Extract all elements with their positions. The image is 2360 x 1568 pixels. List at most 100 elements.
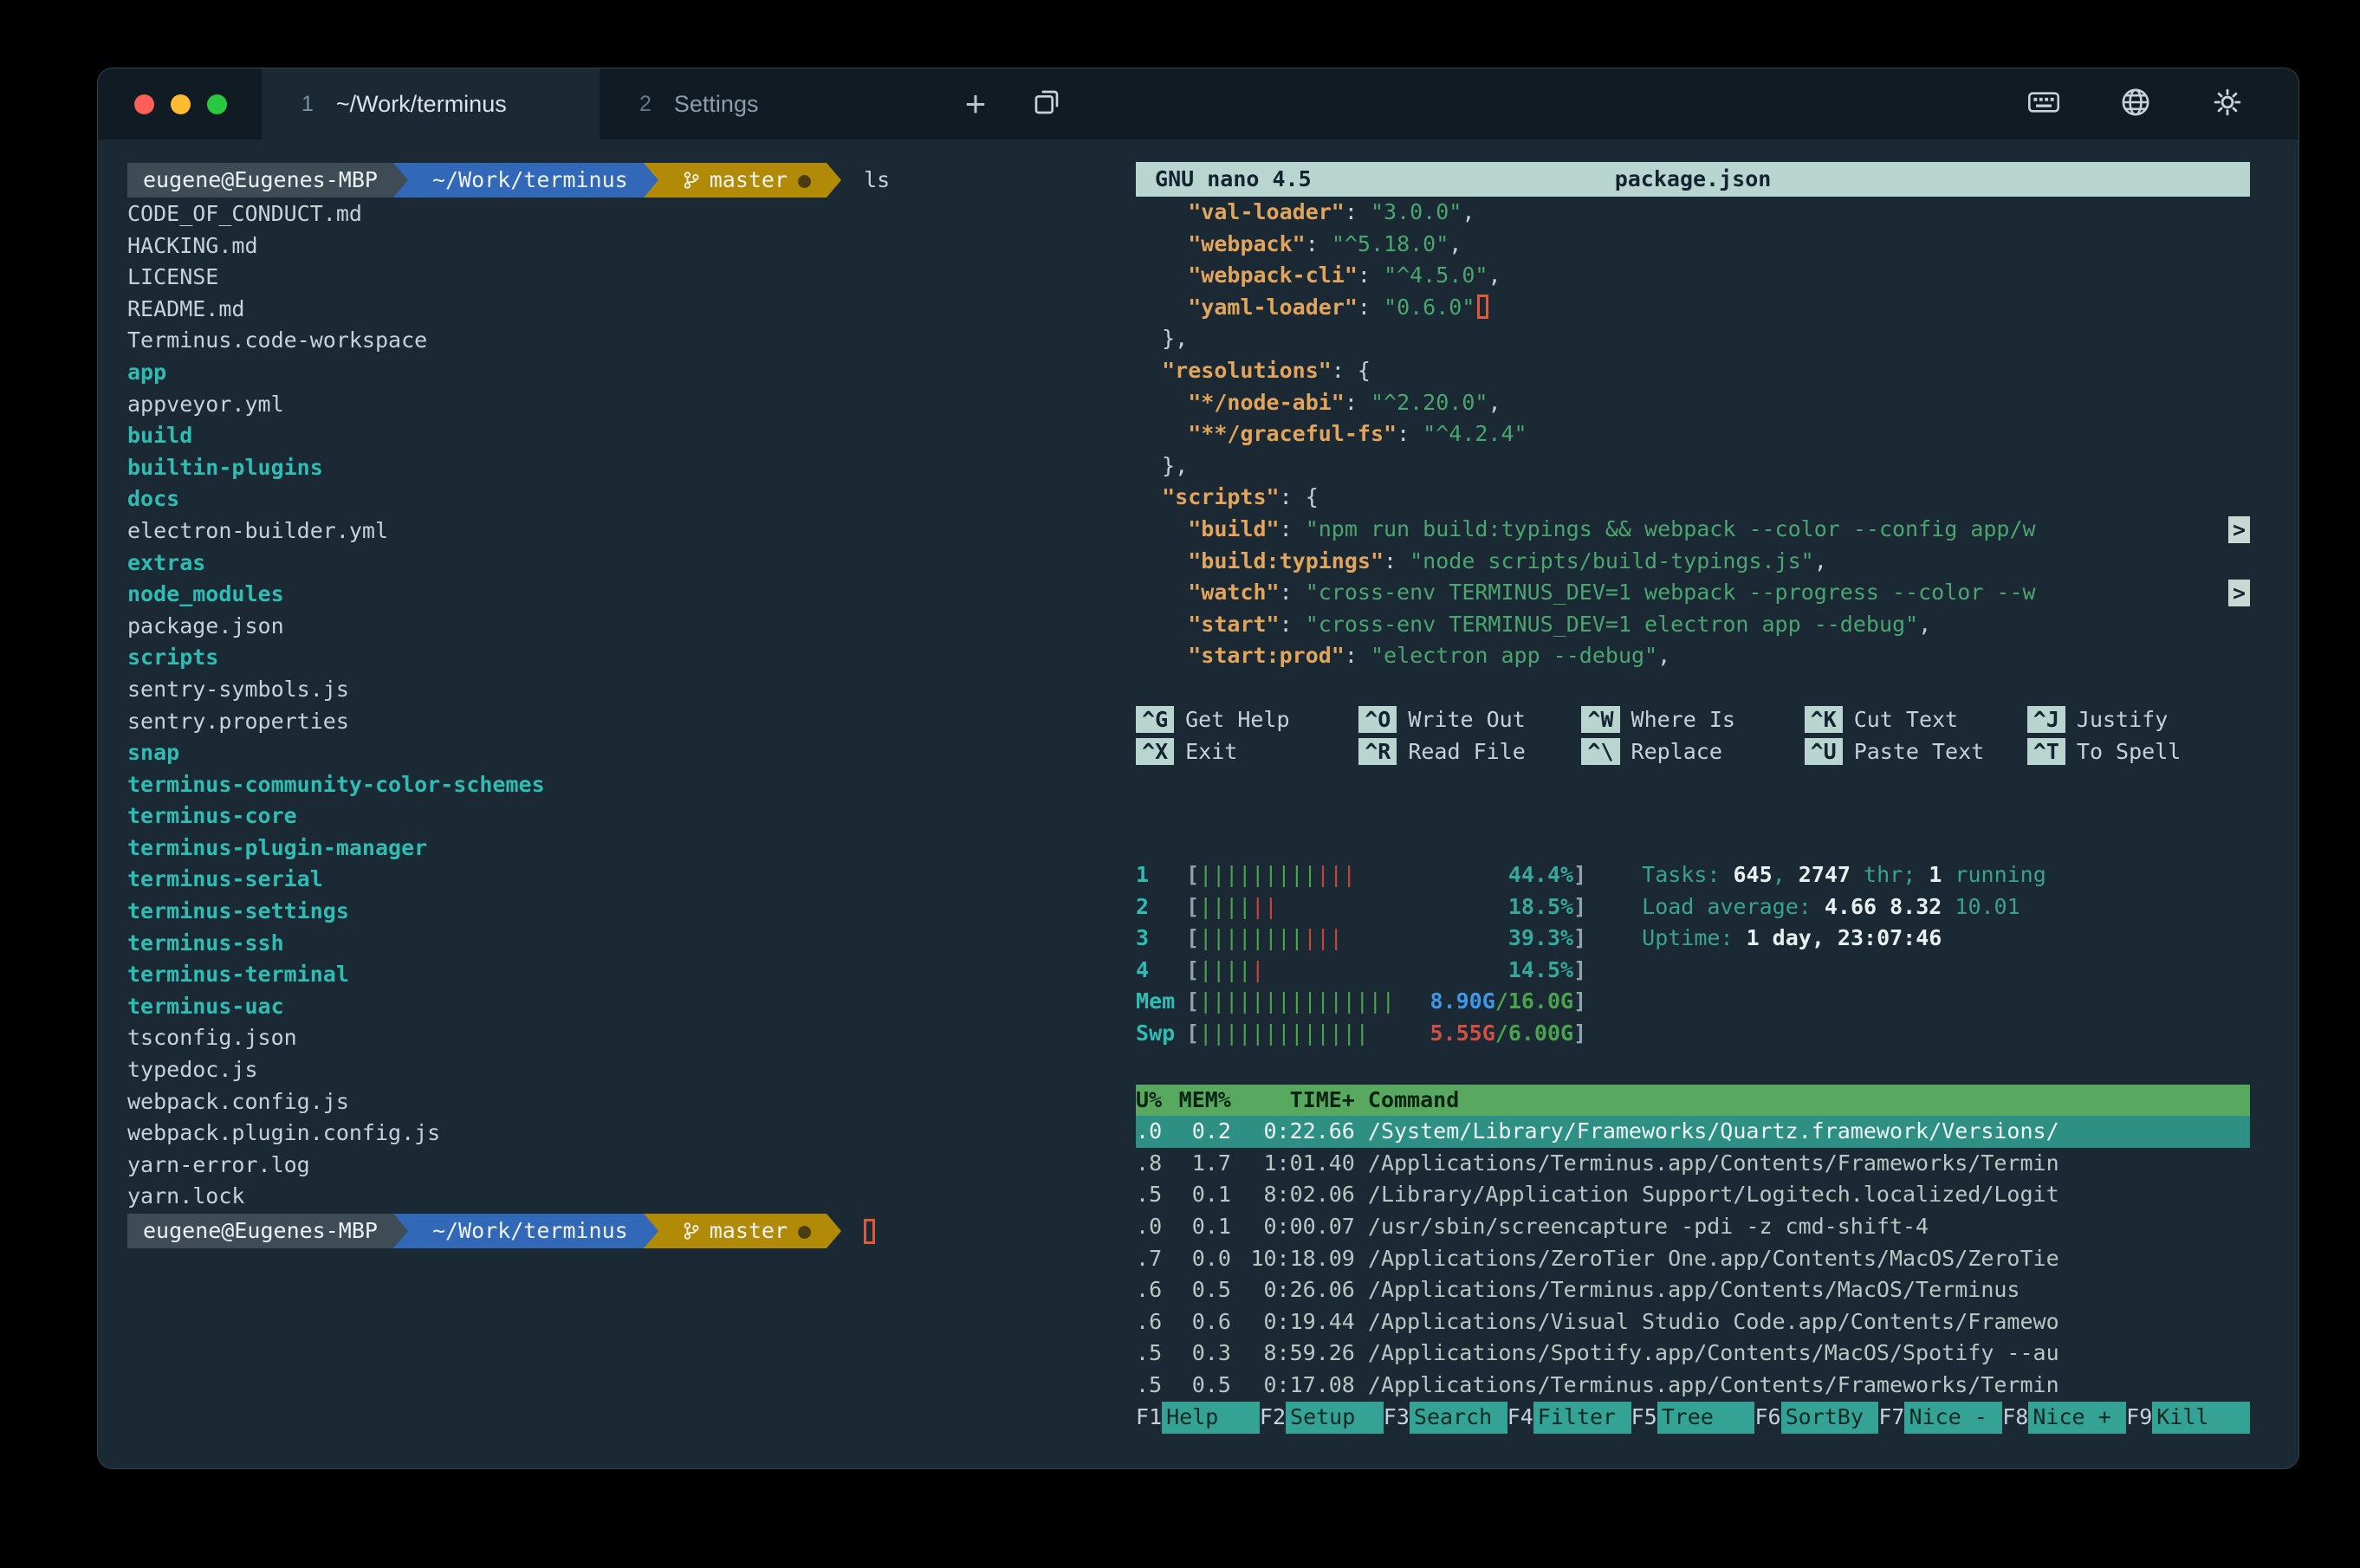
keyboard-icon xyxy=(2028,92,2059,117)
htop-process-table: U%MEM%TIME+Command .00.20:22.66/System/L… xyxy=(1136,1085,2250,1434)
process-row[interactable]: .70.010:18.09/Applications/ZeroTier One.… xyxy=(1136,1243,2250,1275)
process-row[interactable]: .50.18:02.06/Library/Application Support… xyxy=(1136,1179,2250,1211)
process-row[interactable]: .60.50:26.06/Applications/Terminus.app/C… xyxy=(1136,1274,2250,1306)
nano-line: }, xyxy=(1136,450,2250,483)
nano-line: "start:prod": "electron app --debug", xyxy=(1136,640,2250,672)
process-row[interactable]: .50.38:59.26/Applications/Spotify.app/Co… xyxy=(1136,1338,2250,1370)
git-dirty-dot: ● xyxy=(798,1215,811,1247)
tab-title: Settings xyxy=(674,91,759,118)
minimize-window-button[interactable] xyxy=(171,94,191,114)
nano-line: "build:typings": "node scripts/build-typ… xyxy=(1136,546,2250,578)
htop-fkey-f4[interactable]: F4Filter xyxy=(1507,1402,1631,1434)
htop-fkey-f7[interactable]: F7Nice - xyxy=(1878,1402,2002,1434)
powerline-arrow xyxy=(827,163,841,198)
tab-overview-button[interactable] xyxy=(1014,68,1080,139)
nano-filename: package.json xyxy=(1136,164,2250,196)
shell-prompt-top: eugene@Eugenes-MBP ~/Work/terminus maste… xyxy=(127,163,1117,198)
nano-shortcut: ^JJustify xyxy=(2027,704,2250,736)
nano-line: "webpack-cli": "^4.5.0", xyxy=(1136,260,2250,292)
directory-entry: terminus-settings xyxy=(127,896,1117,928)
process-row[interactable]: .00.10:00.07/usr/sbin/screencapture -pdi… xyxy=(1136,1211,2250,1243)
process-rows: .00.20:22.66/System/Library/Frameworks/Q… xyxy=(1136,1116,2250,1401)
directory-entry: terminus-uac xyxy=(127,991,1117,1023)
nano-shortcut: ^XExit xyxy=(1136,736,1358,768)
typed-command: ls xyxy=(864,165,890,197)
terminal-pane-htop[interactable]: 1[||||||||||||44.4%]2[||||||18.5%]3[||||… xyxy=(1136,768,2250,1434)
prompt-path-segment: ~/Work/terminus xyxy=(408,1214,644,1248)
nano-line: "scripts": { xyxy=(1136,482,2250,514)
file-entry: README.md xyxy=(127,294,1117,326)
meter-4: 4[|||||14.5%] xyxy=(1136,955,1586,987)
nano-line: "start": "cross-env TERMINUS_DEV=1 elect… xyxy=(1136,609,2250,641)
htop-fkey-f5[interactable]: F5Tree xyxy=(1631,1402,1755,1434)
directory-entry: extras xyxy=(127,548,1117,580)
globe-icon xyxy=(2121,87,2150,121)
file-entry: yarn-error.log xyxy=(127,1150,1117,1182)
directory-entry: scripts xyxy=(127,642,1117,674)
nano-line: "watch": "cross-env TERMINUS_DEV=1 webpa… xyxy=(1136,577,2250,609)
tab-title: ~/Work/terminus xyxy=(336,91,507,118)
htop-stat-line: Load average: 4.66 8.32 10.01 xyxy=(1642,891,2046,923)
powerline-arrow xyxy=(644,163,658,198)
nano-shortcut: ^GGet Help xyxy=(1136,704,1358,736)
directory-entry: docs xyxy=(127,483,1117,515)
htop-fkey-f1[interactable]: F1Help xyxy=(1136,1402,1260,1434)
shell-prompt-bottom: eugene@Eugenes-MBP ~/Work/terminus maste… xyxy=(127,1214,1117,1248)
htop-fkey-f9[interactable]: F9Kill xyxy=(2126,1402,2250,1434)
htop-fkey-f3[interactable]: F3Search xyxy=(1384,1402,1507,1434)
htop-fkey-f6[interactable]: F6SortBy xyxy=(1754,1402,1878,1434)
zoom-window-button[interactable] xyxy=(207,94,227,114)
nano-shortcut: ^UPaste Text xyxy=(1805,736,2027,768)
nano-shortcut: ^WWhere Is xyxy=(1581,704,1804,736)
git-dirty-dot: ● xyxy=(798,165,811,197)
file-entry: Terminus.code-workspace xyxy=(127,325,1117,357)
git-branch-icon xyxy=(683,170,699,191)
file-entry: webpack.plugin.config.js xyxy=(127,1118,1117,1150)
file-entry: sentry.properties xyxy=(127,706,1117,738)
nano-line: "val-loader": "3.0.0", xyxy=(1136,197,2250,229)
nano-shortcut-bar: ^GGet Help^OWrite Out^WWhere Is^KCut Tex… xyxy=(1136,704,2250,736)
keyboard-shortcuts-button[interactable] xyxy=(2011,92,2077,117)
nano-line: "*/node-abi": "^2.20.0", xyxy=(1136,387,2250,419)
nano-line: }, xyxy=(1136,323,2250,355)
directory-entry: snap xyxy=(127,737,1117,769)
directory-entry: terminus-plugin-manager xyxy=(127,833,1117,865)
tab-terminal[interactable]: 1 ~/Work/terminus xyxy=(262,68,600,139)
directory-entry: build xyxy=(127,420,1117,452)
terminal-pane-nano[interactable]: GNU nano 4.5 package.json "val-loader": … xyxy=(1136,162,2250,768)
htop-fkey-f8[interactable]: F8Nice + xyxy=(2002,1402,2126,1434)
terminal-pane-shell[interactable]: eugene@Eugenes-MBP ~/Work/terminus maste… xyxy=(98,139,1117,1468)
nano-shortcut: ^TTo Spell xyxy=(2027,736,2250,768)
process-row[interactable]: .81.71:01.40/Applications/Terminus.app/C… xyxy=(1136,1148,2250,1180)
close-window-button[interactable] xyxy=(134,94,154,114)
process-table-header: U%MEM%TIME+Command xyxy=(1136,1085,2250,1117)
directory-entry: terminus-ssh xyxy=(127,928,1117,960)
directory-entry: terminus-community-color-schemes xyxy=(127,769,1117,801)
htop-stat-line: Tasks: 645, 2747 thr; 1 running xyxy=(1642,859,2046,891)
git-branch-icon xyxy=(683,1221,699,1241)
new-tab-button[interactable]: + xyxy=(937,68,1014,139)
process-row[interactable]: .00.20:22.66/System/Library/Frameworks/Q… xyxy=(1136,1116,2250,1148)
directory-entry: terminus-serial xyxy=(127,864,1117,896)
file-entry: HACKING.md xyxy=(127,230,1117,262)
nano-line: "**/graceful-fs": "^4.2.4" xyxy=(1136,418,2250,450)
file-entry: CODE_OF_CONDUCT.md xyxy=(127,198,1117,230)
tab-index: 2 xyxy=(639,92,652,117)
nano-titlebar: GNU nano 4.5 package.json xyxy=(1136,162,2250,197)
nano-editor-content: "val-loader": "3.0.0", "webpack": "^5.18… xyxy=(1136,197,2250,672)
directory-entry: builtin-plugins xyxy=(127,452,1117,484)
htop-fkey-f2[interactable]: F2Setup xyxy=(1260,1402,1384,1434)
prompt-git-segment: master● xyxy=(658,1214,827,1248)
file-entry: yarn.lock xyxy=(127,1181,1117,1213)
process-row[interactable]: .60.60:19.44/Applications/Visual Studio … xyxy=(1136,1306,2250,1338)
settings-button[interactable] xyxy=(2195,87,2260,121)
terminal-content: eugene@Eugenes-MBP ~/Work/terminus maste… xyxy=(98,139,2298,1468)
prompt-user-segment: eugene@Eugenes-MBP xyxy=(127,163,393,198)
globe-button[interactable] xyxy=(2103,87,2169,121)
meter-swp: Swp[|||||||||||||5.55G/6.00G] xyxy=(1136,1018,1586,1050)
powerline-arrow xyxy=(644,1214,658,1248)
htop-function-key-bar: F1HelpF2SetupF3SearchF4FilterF5TreeF6Sor… xyxy=(1136,1402,2250,1434)
tab-settings[interactable]: 2 Settings xyxy=(600,68,937,139)
process-row[interactable]: .50.50:17.08/Applications/Terminus.app/C… xyxy=(1136,1370,2250,1402)
meter-2: 2[||||||18.5%] xyxy=(1136,891,1586,923)
